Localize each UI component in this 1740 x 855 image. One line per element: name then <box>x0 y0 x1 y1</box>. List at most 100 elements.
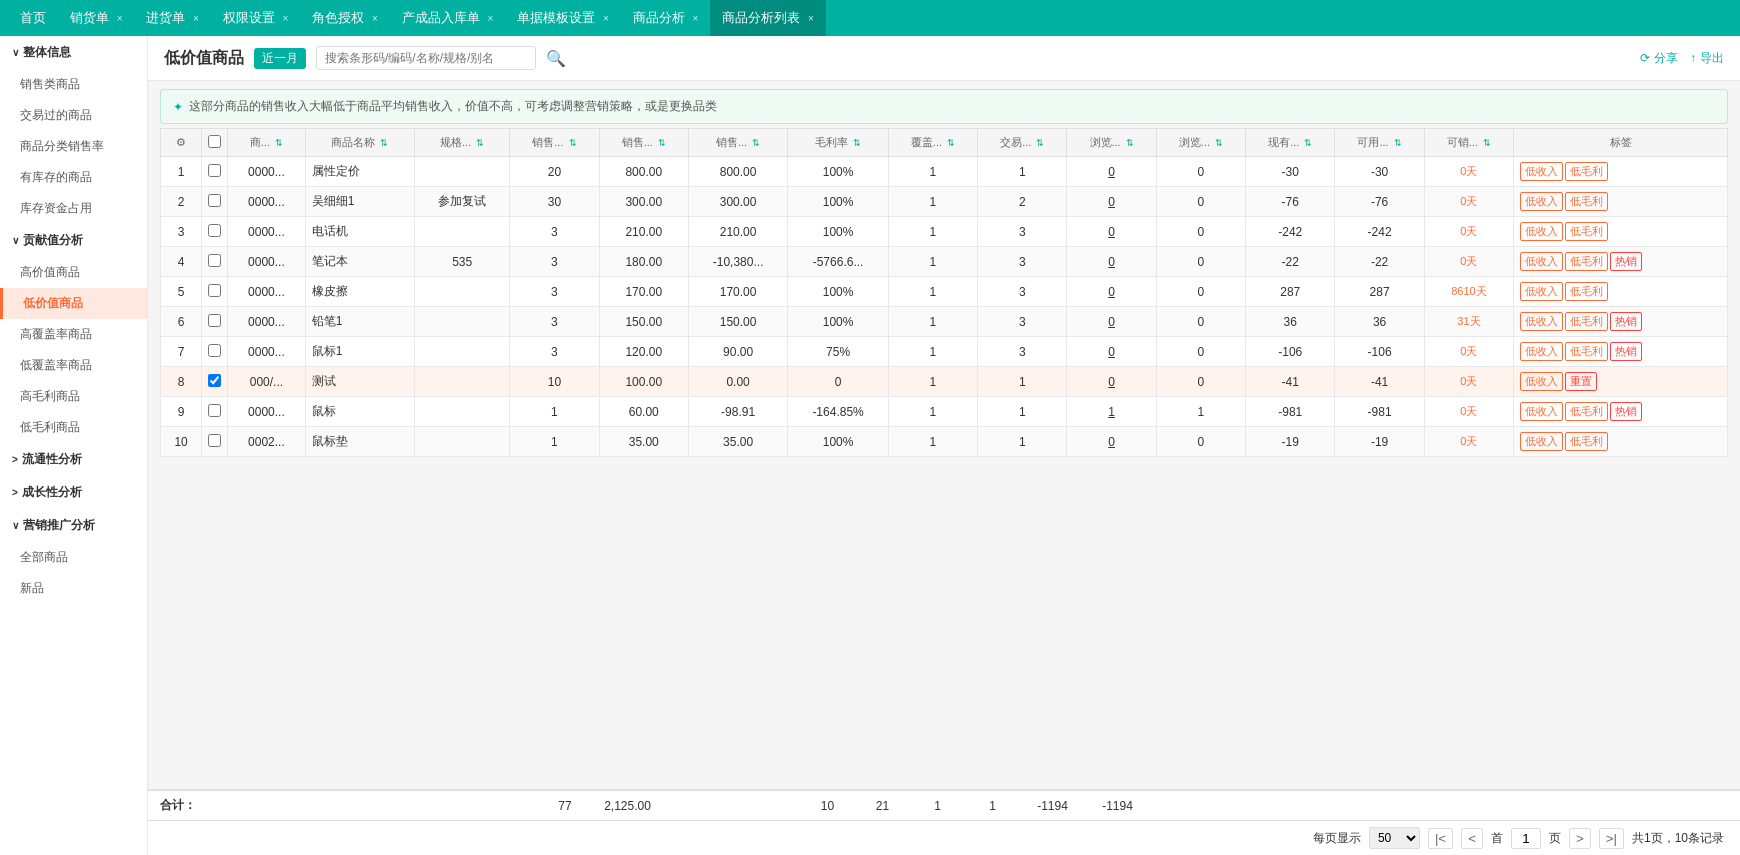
col-view2[interactable]: 浏览... ⇅ <box>1156 129 1245 157</box>
nav-role[interactable]: 角色授权 × <box>300 0 389 36</box>
col-code[interactable]: 商... ⇅ <box>228 129 306 157</box>
sidebar-item-low-profit[interactable]: 低毛利商品 <box>0 412 147 443</box>
export-button[interactable]: ↑ 导出 <box>1690 50 1724 67</box>
table-container[interactable]: ⚙ 商... ⇅ 商品名称 ⇅ 规格... ⇅ 销售... ⇅ 销售... ⇅ … <box>160 128 1728 789</box>
cell-view1[interactable]: 0 <box>1067 247 1156 277</box>
sidebar-item-all-goods[interactable]: 全部商品 <box>0 542 147 573</box>
footer-trade: 21 <box>855 799 910 813</box>
cell-view1[interactable]: 0 <box>1067 427 1156 457</box>
cell-view1[interactable]: 0 <box>1067 187 1156 217</box>
sidebar-group-contribution[interactable]: ∨贡献值分析 <box>0 224 147 257</box>
nav-home[interactable]: 首页 <box>8 0 58 36</box>
table-row: 9 0000... 鼠标 1 60.00 -98.91 -164.85% 1 1… <box>161 397 1728 427</box>
col-current[interactable]: 现有... ⇅ <box>1246 129 1335 157</box>
sidebar-item-high-value[interactable]: 高价值商品 <box>0 257 147 288</box>
prev-page-btn[interactable]: < <box>1461 828 1483 849</box>
col-checkbox[interactable] <box>202 129 228 157</box>
view1-link[interactable]: 1 <box>1108 405 1115 419</box>
cell-sale-price: 180.00 <box>599 247 688 277</box>
view1-link[interactable]: 0 <box>1108 285 1115 299</box>
data-table: ⚙ 商... ⇅ 商品名称 ⇅ 规格... ⇅ 销售... ⇅ 销售... ⇅ … <box>160 128 1728 457</box>
cell-view1[interactable]: 0 <box>1067 307 1156 337</box>
view1-link[interactable]: 0 <box>1108 435 1115 449</box>
cell-available: -19 <box>1335 427 1424 457</box>
view1-link[interactable]: 0 <box>1108 345 1115 359</box>
sidebar-item-category-rate[interactable]: 商品分类销售率 <box>0 131 147 162</box>
cell-view1[interactable]: 0 <box>1067 217 1156 247</box>
col-available[interactable]: 可用... ⇅ <box>1335 129 1424 157</box>
tag: 低毛利 <box>1565 282 1608 301</box>
cell-checkbox[interactable] <box>202 187 228 217</box>
tag: 低毛利 <box>1565 252 1608 271</box>
table-row: 10 0002... 鼠标垫 1 35.00 35.00 100% 1 1 0 … <box>161 427 1728 457</box>
cell-view1[interactable]: 0 <box>1067 367 1156 397</box>
cell-checkbox[interactable] <box>202 307 228 337</box>
cell-checkbox[interactable] <box>202 397 228 427</box>
sidebar-item-high-coverage[interactable]: 高覆盖率商品 <box>0 319 147 350</box>
page-size-select[interactable]: 50 100 200 <box>1369 827 1420 849</box>
nav-sales[interactable]: 销货单 × <box>58 0 134 36</box>
cell-checkbox[interactable] <box>202 157 228 187</box>
date-badge[interactable]: 近一月 <box>254 48 306 69</box>
last-page-btn[interactable]: >| <box>1599 828 1624 849</box>
sidebar-item-low-coverage[interactable]: 低覆盖率商品 <box>0 350 147 381</box>
cell-current: -41 <box>1246 367 1335 397</box>
sidebar-item-inventory-capital[interactable]: 库存资金占用 <box>0 193 147 224</box>
nav-analysis[interactable]: 商品分析 × <box>621 0 710 36</box>
view1-link[interactable]: 0 <box>1108 375 1115 389</box>
col-sellable[interactable]: 可销... ⇅ <box>1424 129 1513 157</box>
col-name[interactable]: 商品名称 ⇅ <box>305 129 414 157</box>
next-page-btn[interactable]: > <box>1569 828 1591 849</box>
sidebar-group-growth[interactable]: >成长性分析 <box>0 476 147 509</box>
nav-purchase[interactable]: 进货单 × <box>134 0 210 36</box>
nav-analysis-list[interactable]: 商品分析列表 × <box>710 0 825 36</box>
col-sale-price[interactable]: 销售... ⇅ <box>599 129 688 157</box>
sidebar-item-stock-goods[interactable]: 有库存的商品 <box>0 162 147 193</box>
cell-tags: 低收入重置 <box>1514 367 1728 397</box>
page-number-input[interactable] <box>1511 828 1541 849</box>
cell-view2: 0 <box>1156 157 1245 187</box>
search-icon[interactable]: 🔍 <box>546 49 566 68</box>
view1-link[interactable]: 0 <box>1108 255 1115 269</box>
cell-code: 0000... <box>228 217 306 247</box>
sidebar-item-high-profit[interactable]: 高毛利商品 <box>0 381 147 412</box>
cell-checkbox[interactable] <box>202 277 228 307</box>
day-text: 0天 <box>1460 405 1477 417</box>
sidebar-item-low-value[interactable]: 低价值商品 <box>0 288 147 319</box>
cell-view1[interactable]: 0 <box>1067 157 1156 187</box>
cell-checkbox[interactable] <box>202 367 228 397</box>
cell-view1[interactable]: 0 <box>1067 337 1156 367</box>
view1-link[interactable]: 0 <box>1108 315 1115 329</box>
cell-checkbox[interactable] <box>202 217 228 247</box>
sidebar-group-liquidity[interactable]: >流通性分析 <box>0 443 147 476</box>
col-sale-amount[interactable]: 销售... ⇅ <box>688 129 787 157</box>
sidebar-item-new-goods[interactable]: 新品 <box>0 573 147 604</box>
cell-available: -76 <box>1335 187 1424 217</box>
cell-checkbox[interactable] <box>202 337 228 367</box>
sidebar-item-sales-goods[interactable]: 销售类商品 <box>0 69 147 100</box>
sidebar-item-traded-goods[interactable]: 交易过的商品 <box>0 100 147 131</box>
cell-view1[interactable]: 1 <box>1067 397 1156 427</box>
col-gross-rate[interactable]: 毛利率 ⇅ <box>788 129 888 157</box>
cell-checkbox[interactable] <box>202 247 228 277</box>
cell-view1[interactable]: 0 <box>1067 277 1156 307</box>
col-sale-qty[interactable]: 销售... ⇅ <box>510 129 599 157</box>
nav-template[interactable]: 单据模板设置 × <box>505 0 620 36</box>
search-input[interactable] <box>316 46 536 70</box>
first-page-btn[interactable]: |< <box>1428 828 1453 849</box>
nav-permission[interactable]: 权限设置 × <box>211 0 300 36</box>
sidebar-group-overall[interactable]: ∨整体信息 <box>0 36 147 69</box>
nav-production[interactable]: 产成品入库单 × <box>390 0 505 36</box>
cell-checkbox[interactable] <box>202 427 228 457</box>
view1-link[interactable]: 0 <box>1108 225 1115 239</box>
col-spec[interactable]: 规格... ⇅ <box>415 129 510 157</box>
view1-link[interactable]: 0 <box>1108 195 1115 209</box>
sidebar-group-marketing[interactable]: ∨营销推广分析 <box>0 509 147 542</box>
share-button[interactable]: ⟳ 分享 <box>1640 50 1678 67</box>
cell-view2: 0 <box>1156 367 1245 397</box>
col-coverage[interactable]: 覆盖... ⇅ <box>888 129 977 157</box>
col-view1[interactable]: 浏览... ⇅ <box>1067 129 1156 157</box>
col-trade[interactable]: 交易... ⇅ <box>978 129 1067 157</box>
col-settings[interactable]: ⚙ <box>161 129 202 157</box>
view1-link[interactable]: 0 <box>1108 165 1115 179</box>
